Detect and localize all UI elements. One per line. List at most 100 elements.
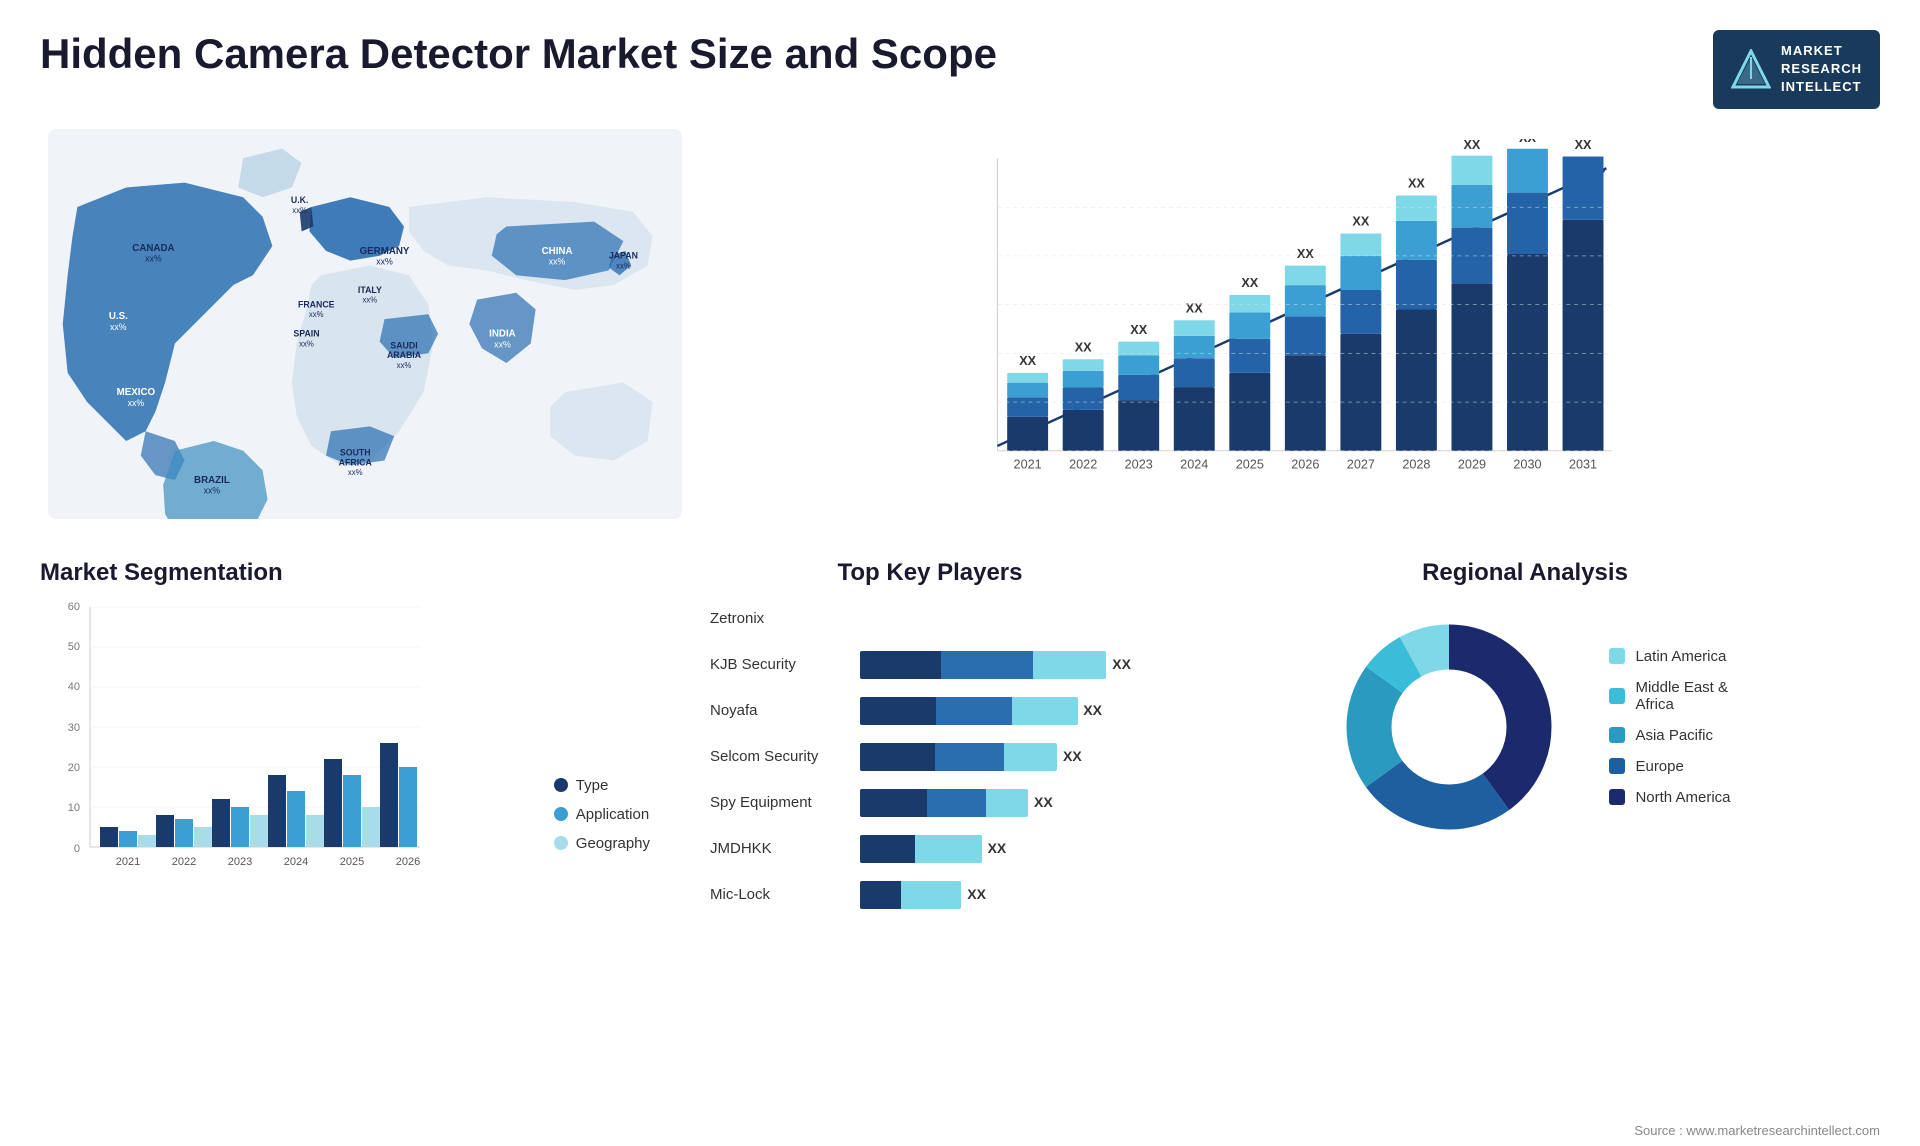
svg-text:U.K.: U.K. <box>291 195 309 205</box>
player-row-zetronix: Zetronix <box>710 605 1150 633</box>
svg-text:XX: XX <box>1297 246 1314 260</box>
legend-label-geography: Geography <box>576 835 650 852</box>
segmentation-chart-svg: 0 10 20 30 40 50 60 <box>40 597 420 897</box>
player-row-selcom: Selcom Security XX <box>710 743 1150 771</box>
player-bar-selcom: XX <box>860 743 1150 771</box>
player-bar-spy: XX <box>860 789 1150 817</box>
svg-text:xx%: xx% <box>363 295 378 304</box>
legend-dot-application <box>554 807 568 821</box>
player-bar-zetronix <box>860 605 1150 633</box>
regional-legend: Latin America Middle East &Africa Asia P… <box>1609 648 1730 806</box>
player-val-kjb: XX <box>1112 656 1131 672</box>
svg-text:xx%: xx% <box>110 321 127 331</box>
player-name-jmdhkk: JMDHKK <box>710 840 850 857</box>
legend-label-type: Type <box>576 777 609 794</box>
player-bar-noyafa: XX <box>860 697 1150 725</box>
svg-text:2024: 2024 <box>1180 457 1208 471</box>
reg-label-na: North America <box>1635 789 1730 806</box>
svg-text:XX: XX <box>1352 214 1369 228</box>
player-val-miclock: XX <box>967 886 986 902</box>
segmentation-legend: Type Application Geography <box>554 777 660 902</box>
svg-text:ITALY: ITALY <box>358 284 382 294</box>
svg-text:GERMANY: GERMANY <box>360 245 410 256</box>
player-row-spy: Spy Equipment XX <box>710 789 1150 817</box>
svg-text:2021: 2021 <box>1014 457 1042 471</box>
reg-dot-apac <box>1609 727 1625 743</box>
svg-text:10: 10 <box>68 802 80 814</box>
reg-label-apac: Asia Pacific <box>1635 727 1713 744</box>
svg-text:XX: XX <box>1075 340 1092 354</box>
legend-label-application: Application <box>576 806 649 823</box>
reg-legend-latin: Latin America <box>1609 648 1730 665</box>
player-val-jmdhkk: XX <box>988 840 1007 856</box>
player-bar-jmdhkk: XX <box>860 835 1150 863</box>
svg-text:SPAIN: SPAIN <box>293 328 319 338</box>
segmentation-section: Market Segmentation 0 10 20 30 40 50 60 <box>20 549 680 929</box>
player-name-noyafa: Noyafa <box>710 702 850 719</box>
regional-title: Regional Analysis <box>1190 559 1860 587</box>
reg-label-latin: Latin America <box>1635 648 1726 665</box>
svg-text:CHINA: CHINA <box>542 245 573 256</box>
player-bar-kjb: XX <box>860 651 1150 679</box>
svg-text:XX: XX <box>1408 176 1425 190</box>
player-name-zetronix: Zetronix <box>710 610 850 627</box>
svg-text:BRAZIL: BRAZIL <box>194 474 230 485</box>
player-val-selcom: XX <box>1063 748 1082 764</box>
svg-text:SAUDI: SAUDI <box>390 340 417 350</box>
player-row-miclock: Mic-Lock XX <box>710 881 1150 909</box>
svg-text:SOUTH: SOUTH <box>340 447 371 457</box>
world-map-section: CANADA xx% U.S. xx% MEXICO xx% BRAZIL xx… <box>20 119 680 549</box>
regional-section: Regional Analysis <box>1180 549 1900 937</box>
svg-text:30: 30 <box>68 722 80 734</box>
svg-text:xx%: xx% <box>616 261 631 270</box>
svg-text:20: 20 <box>68 762 80 774</box>
svg-text:0: 0 <box>74 843 80 855</box>
world-map-svg: CANADA xx% U.S. xx% MEXICO xx% BRAZIL xx… <box>40 129 690 519</box>
svg-text:XX: XX <box>1519 139 1536 145</box>
svg-text:2021: 2021 <box>116 856 140 868</box>
svg-text:xx%: xx% <box>145 253 162 263</box>
legend-item-geography: Geography <box>554 835 650 852</box>
svg-text:xx%: xx% <box>397 360 412 369</box>
reg-legend-apac: Asia Pacific <box>1609 727 1730 744</box>
logo-text: MARKET RESEARCH INTELLECT <box>1781 42 1862 97</box>
svg-text:2024: 2024 <box>284 856 308 868</box>
svg-text:2022: 2022 <box>172 856 196 868</box>
reg-dot-latin <box>1609 648 1625 664</box>
svg-text:xx%: xx% <box>549 256 566 266</box>
logo-icon <box>1731 49 1771 89</box>
legend-item-application: Application <box>554 806 650 823</box>
player-name-miclock: Mic-Lock <box>710 886 850 903</box>
bar-chart-svg: XX XX XX XX XX <box>700 139 1860 519</box>
svg-text:JAPAN: JAPAN <box>609 250 638 260</box>
svg-text:2023: 2023 <box>1125 457 1153 471</box>
svg-text:50: 50 <box>68 641 80 653</box>
reg-label-mea: Middle East &Africa <box>1635 679 1728 713</box>
svg-text:40: 40 <box>68 681 80 693</box>
svg-text:xx%: xx% <box>299 339 314 348</box>
svg-text:xx%: xx% <box>204 485 221 495</box>
header: Hidden Camera Detector Market Size and S… <box>0 0 1920 119</box>
player-name-kjb: KJB Security <box>710 656 850 673</box>
player-bar-miclock: XX <box>860 881 1150 909</box>
svg-text:xx%: xx% <box>348 468 363 477</box>
svg-text:xx%: xx% <box>494 339 511 349</box>
svg-text:2026: 2026 <box>396 856 420 868</box>
svg-text:2023: 2023 <box>228 856 252 868</box>
legend-item-type: Type <box>554 777 650 794</box>
svg-text:2027: 2027 <box>1347 457 1375 471</box>
legend-dot-geography <box>554 836 568 850</box>
svg-text:XX: XX <box>1019 354 1036 368</box>
player-row-kjb: KJB Security XX <box>710 651 1150 679</box>
svg-text:2026: 2026 <box>1291 457 1319 471</box>
player-row-noyafa: Noyafa XX <box>710 697 1150 725</box>
svg-text:xx%: xx% <box>128 397 145 407</box>
reg-dot-na <box>1609 789 1625 805</box>
player-name-spy: Spy Equipment <box>710 794 850 811</box>
donut-chart-svg <box>1319 597 1579 857</box>
svg-text:2028: 2028 <box>1402 457 1430 471</box>
svg-text:FRANCE: FRANCE <box>298 299 335 309</box>
player-val-spy: XX <box>1034 794 1053 810</box>
player-row-jmdhkk: JMDHKK XX <box>710 835 1150 863</box>
page-title: Hidden Camera Detector Market Size and S… <box>40 30 997 78</box>
